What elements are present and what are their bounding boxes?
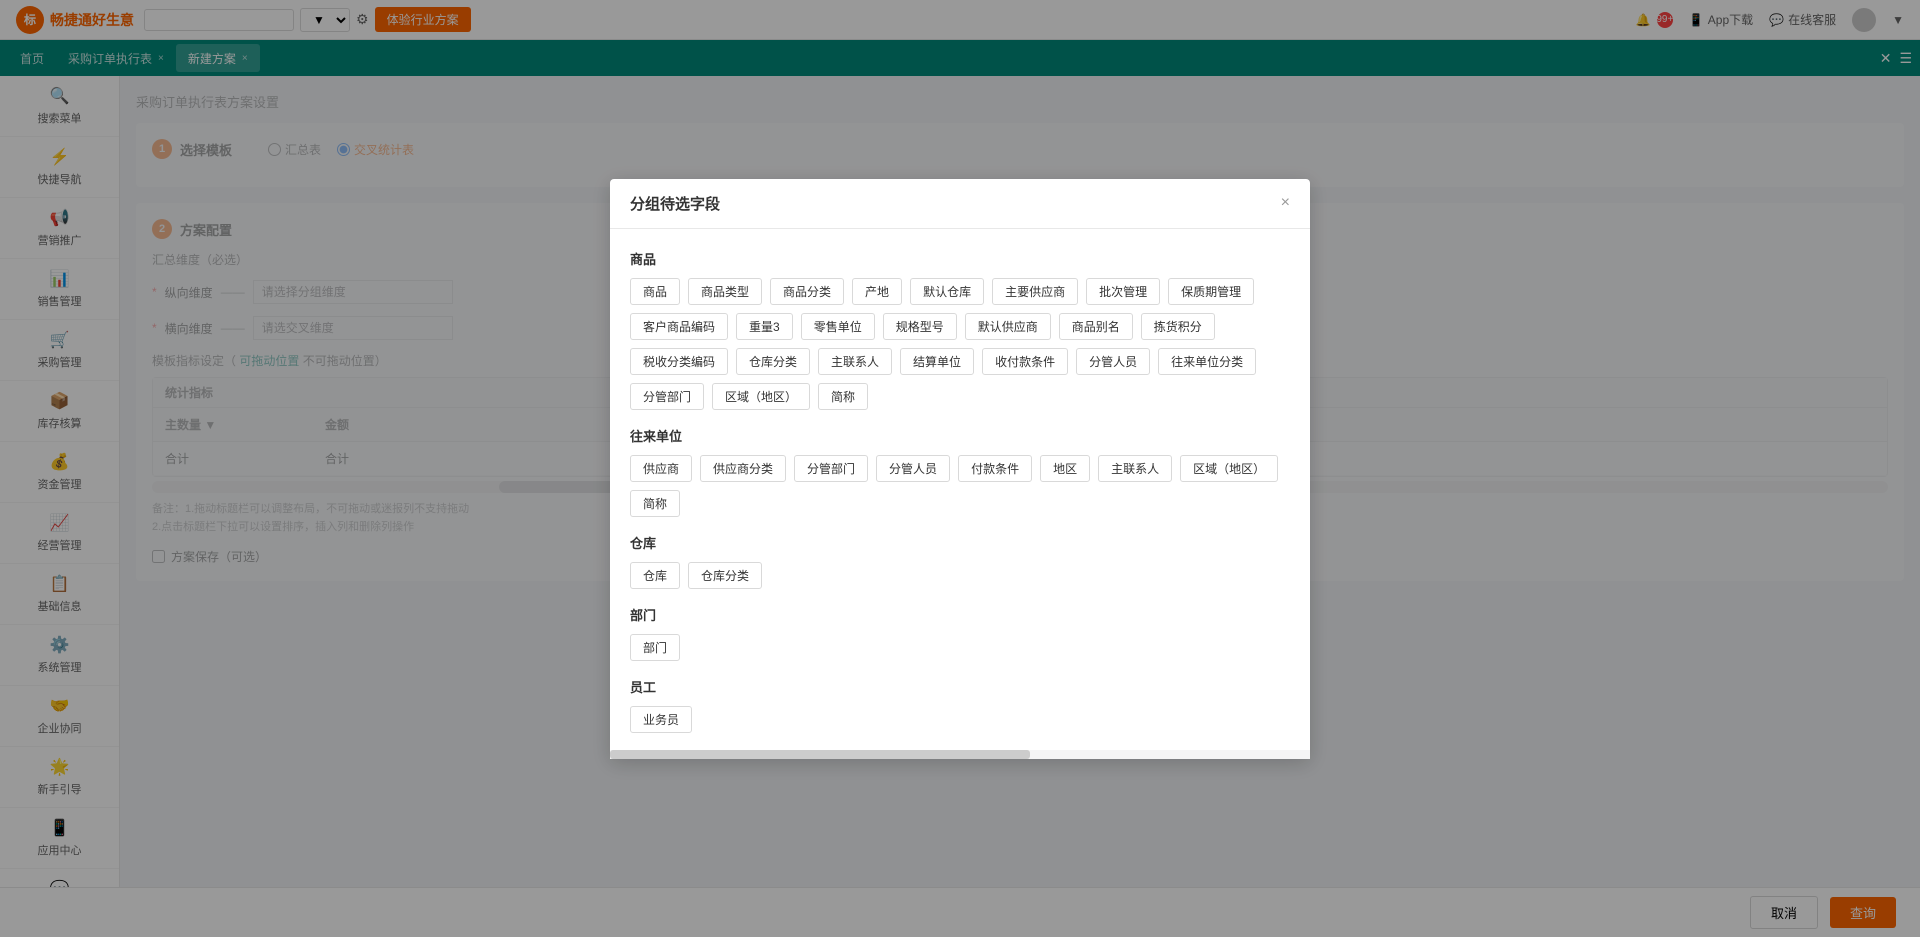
chip-region-cp[interactable]: 区域（地区） (1180, 455, 1278, 482)
dialog-title: 分组待选字段 (630, 193, 720, 214)
chip-supplier[interactable]: 供应商 (630, 455, 692, 482)
counterparty-chips: 供应商 供应商分类 分管部门 分管人员 付款条件 地区 主联系人 区域（地区） … (630, 455, 1290, 517)
chip-retail-unit[interactable]: 零售单位 (801, 313, 875, 340)
chip-customer-sku[interactable]: 客户商品编码 (630, 313, 728, 340)
chip-main-contact-cp[interactable]: 主联系人 (1098, 455, 1172, 482)
employee-chips: 业务员 (630, 706, 1290, 733)
chip-area[interactable]: 地区 (1040, 455, 1090, 482)
chip-product-alias[interactable]: 商品别名 (1059, 313, 1133, 340)
chip-default-supplier[interactable]: 默认供应商 (965, 313, 1051, 340)
chip-dept-mgmt[interactable]: 分管部门 (794, 455, 868, 482)
chip-counterparty-category[interactable]: 往来单位分类 (1158, 348, 1256, 375)
chip-warehouse[interactable]: 仓库 (630, 562, 680, 589)
chip-supplier-category[interactable]: 供应商分类 (700, 455, 786, 482)
chip-dept[interactable]: 分管部门 (630, 383, 704, 410)
warehouse-chips: 仓库 仓库分类 (630, 562, 1290, 589)
chip-warehouse-category[interactable]: 仓库分类 (736, 348, 810, 375)
field-select-dialog: 分组待选字段 × 商品 商品 商品类型 商品分类 产地 默认仓库 主要供应商 批… (610, 179, 1310, 759)
dialog-body: 商品 商品 商品类型 商品分类 产地 默认仓库 主要供应商 批次管理 保质期管理… (610, 229, 1310, 751)
chip-main-supplier[interactable]: 主要供应商 (992, 278, 1078, 305)
dialog-horizontal-scroll[interactable] (610, 750, 1310, 758)
group-title-product: 商品 (630, 249, 1290, 268)
chip-weight[interactable]: 重量3 (736, 313, 793, 340)
chip-batch-mgmt[interactable]: 批次管理 (1086, 278, 1160, 305)
dialog-overlay: 分组待选字段 × 商品 商品 商品类型 商品分类 产地 默认仓库 主要供应商 批… (0, 0, 1920, 937)
product-chips: 商品 商品类型 商品分类 产地 默认仓库 主要供应商 批次管理 保质期管理 客户… (630, 278, 1290, 410)
chip-salesperson[interactable]: 业务员 (630, 706, 692, 733)
chip-abbr-cp[interactable]: 简称 (630, 490, 680, 517)
chip-default-warehouse[interactable]: 默认仓库 (910, 278, 984, 305)
chip-warehouse-cat[interactable]: 仓库分类 (688, 562, 762, 589)
chip-shelf-life[interactable]: 保质期管理 (1168, 278, 1254, 305)
group-title-counterparty: 往来单位 (630, 426, 1290, 445)
dialog-close-button[interactable]: × (1281, 194, 1290, 212)
chip-settlement-unit[interactable]: 结算单位 (900, 348, 974, 375)
chip-spec-model[interactable]: 规格型号 (883, 313, 957, 340)
chip-payment-terms[interactable]: 收付款条件 (982, 348, 1068, 375)
chip-personnel-mgmt[interactable]: 分管人员 (876, 455, 950, 482)
dept-chips: 部门 (630, 634, 1290, 661)
chip-product-category[interactable]: 商品分类 (770, 278, 844, 305)
chip-region-product[interactable]: 区域（地区） (712, 383, 810, 410)
group-title-warehouse: 仓库 (630, 533, 1290, 552)
dialog-header: 分组待选字段 × (610, 179, 1310, 229)
chip-manager[interactable]: 分管人员 (1076, 348, 1150, 375)
group-title-dept: 部门 (630, 605, 1290, 624)
chip-pick-points[interactable]: 拣货积分 (1141, 313, 1215, 340)
dialog-scroll-thumb (610, 750, 1030, 758)
chip-tax-code[interactable]: 税收分类编码 (630, 348, 728, 375)
chip-department[interactable]: 部门 (630, 634, 680, 661)
chip-main-contact[interactable]: 主联系人 (818, 348, 892, 375)
chip-product-type[interactable]: 商品类型 (688, 278, 762, 305)
group-title-employee: 员工 (630, 677, 1290, 696)
chip-payment-condition[interactable]: 付款条件 (958, 455, 1032, 482)
chip-abbr-product[interactable]: 简称 (818, 383, 868, 410)
chip-origin[interactable]: 产地 (852, 278, 902, 305)
chip-product[interactable]: 商品 (630, 278, 680, 305)
